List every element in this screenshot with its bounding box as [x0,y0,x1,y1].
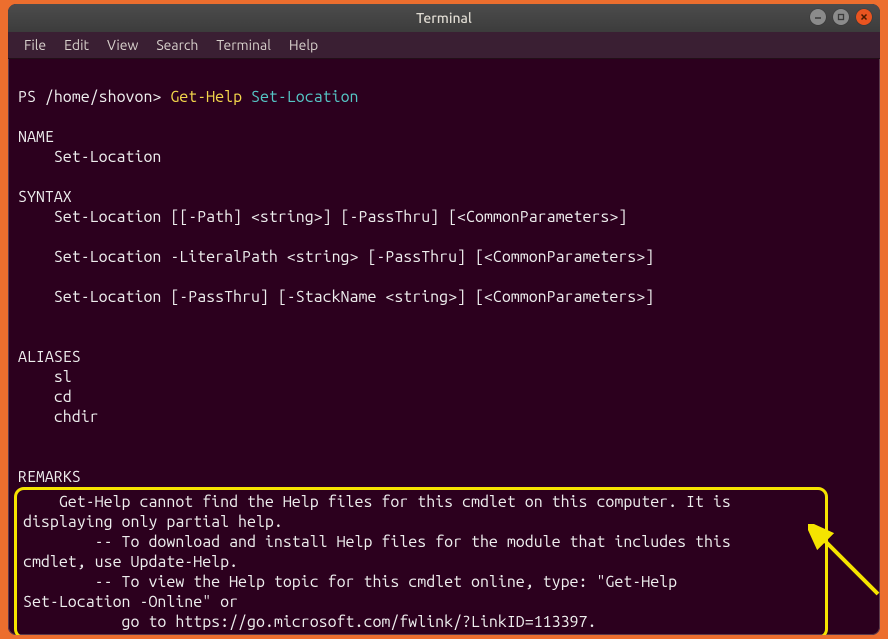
syntax-line: Set-Location [-PassThru] [-StackName <st… [18,288,654,306]
maximize-button[interactable] [833,9,849,25]
syntax-line: Set-Location -LiteralPath <string> [-Pas… [18,248,654,266]
window-controls [810,9,872,25]
name-value: Set-Location [18,148,161,166]
menubar: File Edit View Search Terminal Help [8,32,880,59]
alias-line: sl [18,368,72,386]
remarks-highlight-box: Get-Help cannot find the Help files for … [14,487,828,635]
menu-help[interactable]: Help [281,35,326,55]
titlebar: Terminal [8,4,880,32]
prompt-path: /home/shovon [45,88,153,106]
prompt-ps: PS [18,88,45,106]
menu-terminal[interactable]: Terminal [208,35,279,55]
close-button[interactable] [856,9,872,25]
menu-edit[interactable]: Edit [56,35,97,55]
remarks-line: displaying only partial help. [23,513,283,531]
minimize-button[interactable] [810,9,826,25]
window-title: Terminal [416,10,472,26]
terminal-window: Terminal File Edit View Search Terminal … [8,4,880,635]
section-syntax: SYNTAX [18,188,72,206]
remarks-line: go to https://go.microsoft.com/fwlink/?L… [23,613,596,631]
remarks-line: Set-Location -Online" or [23,593,238,611]
prompt-sep: > [152,88,170,106]
remarks-line: -- To view the Help topic for this cmdle… [23,573,677,591]
remarks-line: -- To download and install Help files fo… [23,533,731,551]
section-aliases: ALIASES [18,348,81,366]
alias-line: chdir [18,408,99,426]
menu-file[interactable]: File [16,35,54,55]
menu-view[interactable]: View [99,35,146,55]
remarks-line: Get-Help cannot find the Help files for … [23,493,731,511]
section-remarks: REMARKS [18,468,81,486]
menu-search[interactable]: Search [148,35,206,55]
section-name: NAME [18,128,54,146]
terminal-body[interactable]: PS /home/shovon> Get-Help Set-Location N… [8,59,880,635]
command-name: Get-Help [170,88,242,106]
remarks-line: cmdlet, use Update-Help. [23,553,238,571]
syntax-line: Set-Location [[-Path] <string>] [-PassTh… [18,208,627,226]
command-arg: Set-Location [242,88,358,106]
alias-line: cd [18,388,72,406]
